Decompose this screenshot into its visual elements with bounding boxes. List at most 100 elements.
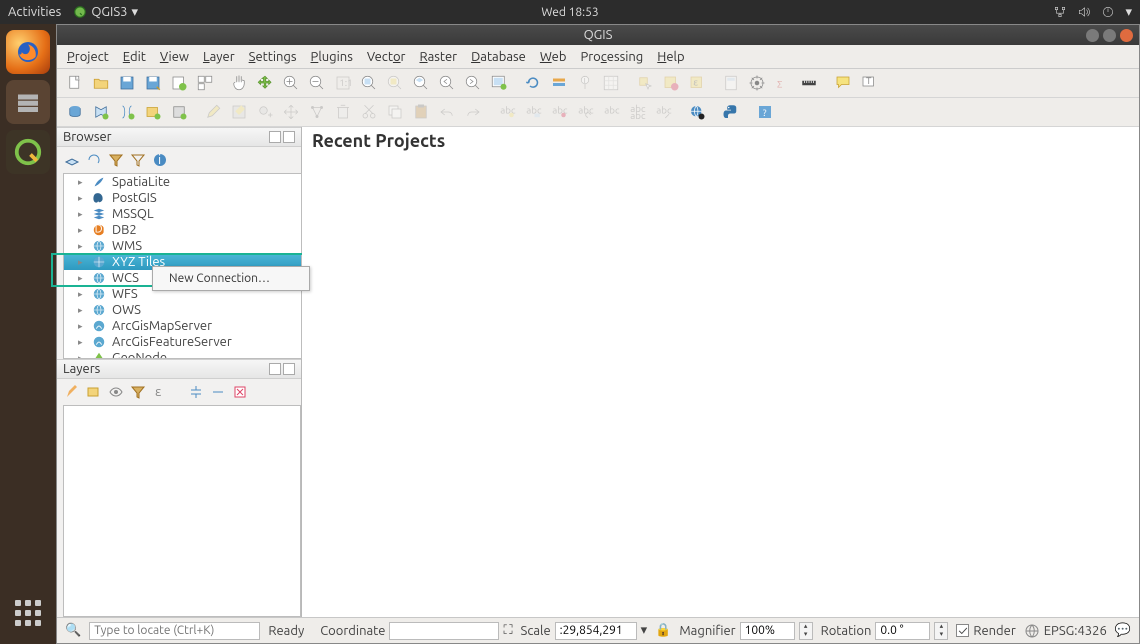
menu-vector[interactable]: Vector [367, 50, 406, 64]
menu-processing[interactable]: Processing [580, 50, 643, 64]
launcher-firefox[interactable] [6, 30, 50, 74]
scale-input[interactable] [555, 622, 637, 640]
field-calc-icon[interactable] [719, 71, 743, 95]
zoom-native-icon[interactable]: 1:1 [331, 71, 355, 95]
browser-refresh-icon[interactable] [85, 151, 103, 169]
browser-item-wms[interactable]: ▸WMS [64, 238, 301, 254]
zoom-next-icon[interactable] [461, 71, 485, 95]
identify-icon[interactable]: i [573, 71, 597, 95]
layers-remove-icon[interactable] [231, 383, 249, 401]
measure-icon[interactable] [797, 71, 821, 95]
browser-collapse-icon[interactable] [129, 151, 147, 169]
coordinate-input[interactable] [389, 622, 499, 640]
delete-feature-icon[interactable] [331, 100, 355, 124]
browser-item-arcgismapserver[interactable]: ▸ArcGisMapServer [64, 318, 301, 334]
clock[interactable]: Wed 18:53 [541, 6, 598, 19]
save-as-icon[interactable] [141, 71, 165, 95]
layers-close-icon[interactable] [283, 363, 295, 375]
zoom-selection-icon[interactable] [383, 71, 407, 95]
browser-item-spatialite[interactable]: ▸SpatiaLite [64, 174, 301, 190]
stats-icon[interactable]: Σ [771, 71, 795, 95]
window-maximize[interactable] [1103, 29, 1116, 42]
node-tool-icon[interactable] [305, 100, 329, 124]
rotation-input[interactable] [875, 622, 930, 640]
save-icon[interactable] [115, 71, 139, 95]
cut-icon[interactable] [357, 100, 381, 124]
processing-icon[interactable] [745, 71, 769, 95]
browser-item-postgis[interactable]: ▸PostGIS [64, 190, 301, 206]
open-datasource-icon[interactable] [63, 100, 87, 124]
menu-raster[interactable]: Raster [419, 50, 457, 64]
python-console-icon[interactable] [719, 100, 743, 124]
rotation-spinner[interactable]: ▴▾ [934, 622, 948, 640]
browser-item-mssql[interactable]: ▸MSSQL [64, 206, 301, 222]
browser-add-icon[interactable] [63, 151, 81, 169]
new-project-icon[interactable] [63, 71, 87, 95]
select-expr-icon[interactable]: ε [685, 71, 709, 95]
browser-item-arcgisfeatureserver[interactable]: ▸ArcGisFeatureServer [64, 334, 301, 350]
layers-undock-icon[interactable] [269, 363, 281, 375]
menu-plugins[interactable]: Plugins [311, 50, 353, 64]
zoom-out-icon[interactable] [305, 71, 329, 95]
pan-to-selection-icon[interactable] [253, 71, 277, 95]
volume-icon[interactable] [1077, 5, 1091, 19]
layers-expand-icon[interactable] [187, 383, 205, 401]
browser-filter-icon[interactable] [107, 151, 125, 169]
undo-icon[interactable] [435, 100, 459, 124]
new-geopackage-icon[interactable] [141, 100, 165, 124]
save-edits-icon[interactable] [227, 100, 251, 124]
window-minimize[interactable] [1086, 29, 1099, 42]
browser-item-ows[interactable]: ▸OWS [64, 302, 301, 318]
annotation-icon[interactable]: T [857, 71, 881, 95]
zoom-layer-icon[interactable] [409, 71, 433, 95]
labels-show-icon[interactable]: abc [521, 100, 545, 124]
menu-view[interactable]: View [160, 50, 189, 64]
launcher-files[interactable] [6, 80, 50, 124]
labels-move-icon[interactable]: abc [547, 100, 571, 124]
layout-manager-icon[interactable] [193, 71, 217, 95]
pan-icon[interactable] [227, 71, 251, 95]
lock-icon[interactable]: 🔒 [655, 623, 671, 638]
labels-pin-icon[interactable]: abc [495, 100, 519, 124]
browser-undock-icon[interactable] [269, 131, 281, 143]
open-project-icon[interactable] [89, 71, 113, 95]
deselect-icon[interactable] [659, 71, 683, 95]
add-feature-icon[interactable] [253, 100, 277, 124]
render-checkbox[interactable]: ✓ [956, 624, 969, 637]
menu-settings[interactable]: Settings [249, 50, 297, 64]
redo-icon[interactable] [461, 100, 485, 124]
browser-close-icon[interactable] [283, 131, 295, 143]
menu-project[interactable]: Project [67, 50, 109, 64]
browser-properties-icon[interactable]: i [151, 151, 169, 169]
labels-rotate-icon[interactable]: abc [573, 100, 597, 124]
menu-help[interactable]: Help [657, 50, 684, 64]
copy-icon[interactable] [383, 100, 407, 124]
new-layout-icon[interactable] [167, 71, 191, 95]
toggle-editing-icon[interactable] [201, 100, 225, 124]
menu-web[interactable]: Web [540, 50, 567, 64]
metasearch-icon[interactable] [685, 100, 709, 124]
layers-tree[interactable] [63, 405, 301, 617]
extents-icon[interactable]: ⛶ [503, 623, 512, 638]
launcher-qgis[interactable] [6, 130, 50, 174]
app-grid-icon[interactable] [15, 600, 41, 626]
menu-database[interactable]: Database [471, 50, 526, 64]
layers-filter-icon[interactable] [129, 383, 147, 401]
zoom-in-icon[interactable] [279, 71, 303, 95]
layers-add-group-icon[interactable] [85, 383, 103, 401]
labels-change-icon[interactable]: abc [599, 100, 623, 124]
zoom-full-icon[interactable] [357, 71, 381, 95]
refresh-icon[interactable] [521, 71, 545, 95]
new-vector-icon[interactable] [89, 100, 113, 124]
style-manager-icon[interactable] [547, 71, 571, 95]
new-memory-icon[interactable] [167, 100, 191, 124]
layers-expr-icon[interactable]: ε [151, 383, 169, 401]
layers-style-icon[interactable] [63, 383, 81, 401]
appmenu-button[interactable]: QGIS3 ▾ [73, 5, 138, 20]
attrs-icon[interactable] [599, 71, 623, 95]
crs-icon[interactable] [1024, 623, 1040, 639]
layers-collapse-icon[interactable] [209, 383, 227, 401]
select-features-icon[interactable] [633, 71, 657, 95]
window-close[interactable] [1120, 29, 1133, 42]
menu-chevron-icon[interactable]: ▾ [1125, 5, 1132, 20]
